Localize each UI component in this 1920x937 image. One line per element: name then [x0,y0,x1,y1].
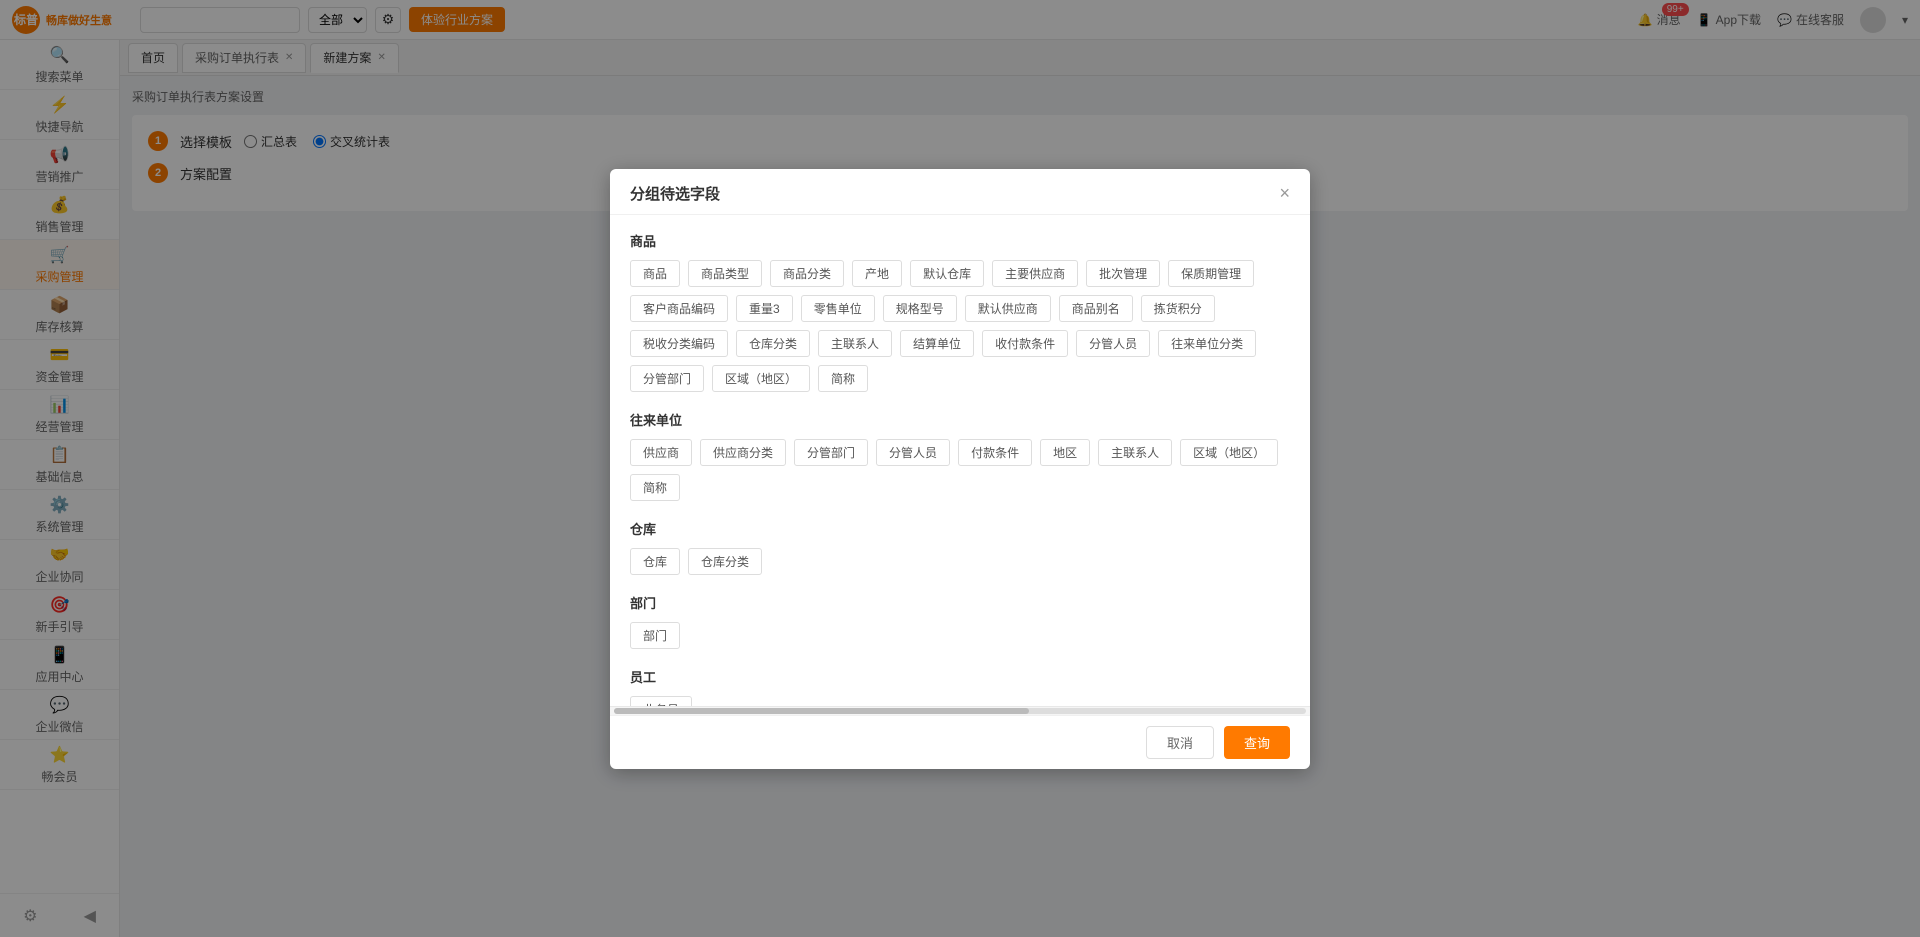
field-tags-partner: 供应商供应商分类分管部门分管人员付款条件地区主联系人区域（地区） 简称 [630,439,1290,501]
field-tag-分管人员[interactable]: 分管人员 [1076,330,1150,357]
field-tag-主联系人[interactable]: 主联系人 [818,330,892,357]
field-tag-商品[interactable]: 商品 [630,260,680,287]
field-tag-默认供应商[interactable]: 默认供应商 [965,295,1051,322]
field-tag-拣货积分[interactable]: 拣货积分 [1141,295,1215,322]
section-title-warehouse: 仓库 [630,519,1290,538]
field-tag-结算单位[interactable]: 结算单位 [900,330,974,357]
field-tag-零售单位[interactable]: 零售单位 [801,295,875,322]
field-tag-分管人员[interactable]: 分管人员 [876,439,950,466]
field-tag-部门[interactable]: 部门 [630,622,680,649]
modal-overlay: 分组待选字段 × 商品商品商品类型商品分类产地默认仓库主要供应商批次管理保质期管… [0,0,1920,937]
section-department: 部门部门 [630,593,1290,649]
confirm-button[interactable]: 查询 [1224,726,1290,759]
field-tag-保质期管理[interactable]: 保质期管理 [1168,260,1254,287]
section-partner: 往来单位供应商供应商分类分管部门分管人员付款条件地区主联系人区域（地区） 简称 [630,410,1290,501]
field-tag-规格型号[interactable]: 规格型号 [883,295,957,322]
modal-header: 分组待选字段 × [610,169,1310,215]
field-tags-goods: 商品商品类型商品分类产地默认仓库主要供应商批次管理保质期管理客户商品编码重量3 零… [630,260,1290,392]
field-tag-仓库[interactable]: 仓库 [630,548,680,575]
field-tag-往来单位分类[interactable]: 往来单位分类 [1158,330,1256,357]
section-title-department: 部门 [630,593,1290,612]
field-tag-商品类型[interactable]: 商品类型 [688,260,762,287]
field-tags-department: 部门 [630,622,1290,649]
field-tag-收付款条件[interactable]: 收付款条件 [982,330,1068,357]
section-employee: 员工业务员 [630,667,1290,707]
cancel-button[interactable]: 取消 [1146,726,1214,759]
field-tag-仓库分类[interactable]: 仓库分类 [736,330,810,357]
field-tag-简称[interactable]: 简称 [818,365,868,392]
field-tag-供应商分类[interactable]: 供应商分类 [700,439,786,466]
section-title-partner: 往来单位 [630,410,1290,429]
field-tag-分管部门[interactable]: 分管部门 [630,365,704,392]
field-tag-区域（地区）[interactable]: 区域（地区） [712,365,810,392]
field-tag-税收分类编码[interactable]: 税收分类编码 [630,330,728,357]
horizontal-scrollbar[interactable] [610,706,1310,714]
field-tag-简称[interactable]: 简称 [630,474,680,501]
field-select-modal: 分组待选字段 × 商品商品商品类型商品分类产地默认仓库主要供应商批次管理保质期管… [610,169,1310,769]
scrollbar-thumb [614,708,1029,714]
field-tag-仓库分类[interactable]: 仓库分类 [688,548,762,575]
field-tag-分管部门[interactable]: 分管部门 [794,439,868,466]
field-tag-区域（地区）[interactable]: 区域（地区） [1180,439,1278,466]
field-tag-地区[interactable]: 地区 [1040,439,1090,466]
field-tag-主联系人[interactable]: 主联系人 [1098,439,1172,466]
section-goods: 商品商品商品类型商品分类产地默认仓库主要供应商批次管理保质期管理客户商品编码重量… [630,231,1290,392]
modal-title: 分组待选字段 [630,183,720,204]
modal-body: 商品商品商品类型商品分类产地默认仓库主要供应商批次管理保质期管理客户商品编码重量… [610,215,1310,707]
section-warehouse: 仓库仓库仓库分类 [630,519,1290,575]
field-tag-业务员[interactable]: 业务员 [630,696,692,707]
field-tag-商品分类[interactable]: 商品分类 [770,260,844,287]
field-tag-商品别名[interactable]: 商品别名 [1059,295,1133,322]
scrollbar-track [614,708,1306,714]
field-tag-主要供应商[interactable]: 主要供应商 [992,260,1078,287]
field-tag-批次管理[interactable]: 批次管理 [1086,260,1160,287]
modal-footer: 取消 查询 [610,715,1310,769]
field-tag-产地[interactable]: 产地 [852,260,902,287]
section-title-goods: 商品 [630,231,1290,250]
section-title-employee: 员工 [630,667,1290,686]
field-tag-默认仓库[interactable]: 默认仓库 [910,260,984,287]
field-tag-付款条件[interactable]: 付款条件 [958,439,1032,466]
field-tag-重量3[interactable]: 重量3 [736,295,793,322]
field-tags-employee: 业务员 [630,696,1290,707]
field-tag-客户商品编码[interactable]: 客户商品编码 [630,295,728,322]
field-tag-供应商[interactable]: 供应商 [630,439,692,466]
modal-close-button[interactable]: × [1279,184,1290,202]
field-tags-warehouse: 仓库仓库分类 [630,548,1290,575]
